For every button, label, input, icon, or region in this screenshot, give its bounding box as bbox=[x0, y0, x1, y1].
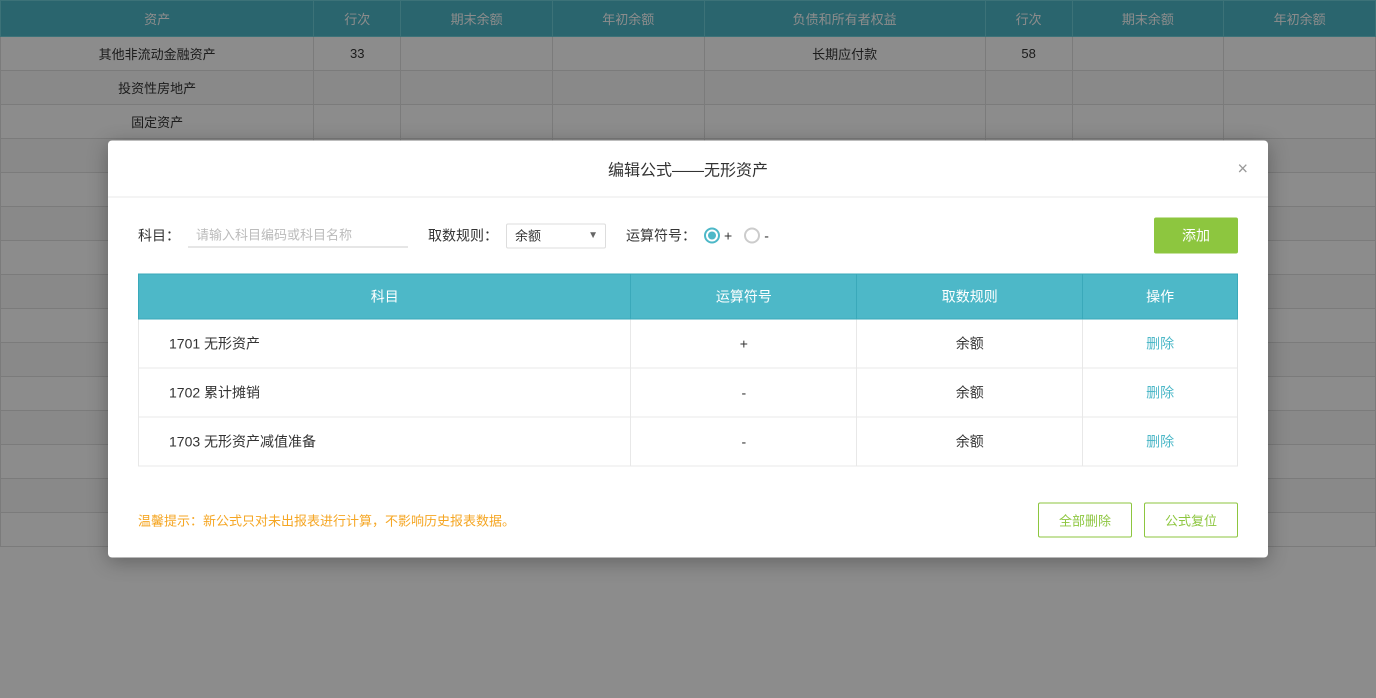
rule-group: 取数规则： 余额 借方 贷方 ▼ bbox=[428, 223, 606, 248]
subject-label: 科目： bbox=[138, 226, 180, 246]
footer-buttons: 全部删除 公式复位 bbox=[1038, 503, 1238, 538]
add-button[interactable]: 添加 bbox=[1154, 218, 1238, 254]
cell-operator: - bbox=[631, 368, 857, 417]
modal-body: 科目： 取数规则： 余额 借方 贷方 ▼ 运算符号： bbox=[108, 198, 1268, 487]
formula-table-row: 1703 无形资产减值准备-余额 删除 bbox=[139, 417, 1238, 466]
modal-dialog: 编辑公式——无形资产 × 科目： 取数规则： 余额 借方 贷方 ▼ bbox=[108, 141, 1268, 558]
modal-footer: 温馨提示：新公式只对未出报表进行计算，不影响历史报表数据。 全部删除 公式复位 bbox=[108, 487, 1268, 558]
cell-operator: - bbox=[631, 417, 857, 466]
subject-input[interactable] bbox=[188, 224, 408, 248]
radio-group: + - bbox=[704, 228, 769, 244]
cell-subject: 1701 无形资产 bbox=[139, 319, 631, 368]
radio-minus-label: - bbox=[764, 228, 769, 244]
formula-table: 科目 运算符号 取数规则 操作 1701 无形资产+余额删除1702 累计摊销-… bbox=[138, 274, 1238, 467]
th-rule: 取数规则 bbox=[857, 274, 1083, 319]
cell-operator: + bbox=[631, 319, 857, 368]
th-subject: 科目 bbox=[139, 274, 631, 319]
cell-rule: 余额 bbox=[857, 368, 1083, 417]
operator-label: 运算符号： bbox=[626, 226, 696, 246]
delete-link[interactable]: 删除 bbox=[1146, 336, 1174, 352]
cell-action: 删除 bbox=[1083, 417, 1238, 466]
operator-group: 运算符号： + - bbox=[626, 226, 769, 246]
cell-action: 删除 bbox=[1083, 368, 1238, 417]
radio-plus[interactable]: + bbox=[704, 228, 732, 244]
reset-formula-button[interactable]: 公式复位 bbox=[1144, 503, 1238, 538]
rule-select-wrapper: 余额 借方 贷方 ▼ bbox=[506, 223, 606, 248]
modal-header: 编辑公式——无形资产 × bbox=[108, 141, 1268, 198]
rule-select[interactable]: 余额 借方 贷方 bbox=[506, 223, 606, 248]
close-button[interactable]: × bbox=[1237, 160, 1248, 178]
modal-title: 编辑公式——无形资产 bbox=[608, 157, 768, 181]
subject-group: 科目： bbox=[138, 224, 408, 248]
cell-subject: 1702 累计摊销 bbox=[139, 368, 631, 417]
radio-minus-circle bbox=[744, 228, 760, 244]
cell-action: 删除 bbox=[1083, 319, 1238, 368]
delete-link[interactable]: 删除 bbox=[1146, 434, 1174, 450]
cell-rule: 余额 bbox=[857, 417, 1083, 466]
cell-subject: 1703 无形资产减值准备 bbox=[139, 417, 631, 466]
formula-table-row: 1702 累计摊销-余额 删除 bbox=[139, 368, 1238, 417]
rule-label: 取数规则： bbox=[428, 226, 498, 246]
cell-rule: 余额 bbox=[857, 319, 1083, 368]
th-action: 操作 bbox=[1083, 274, 1238, 319]
formula-table-row: 1701 无形资产+余额 删除 bbox=[139, 319, 1238, 368]
table-header-row: 科目 运算符号 取数规则 操作 bbox=[139, 274, 1238, 319]
form-row: 科目： 取数规则： 余额 借方 贷方 ▼ 运算符号： bbox=[138, 218, 1238, 254]
radio-plus-circle bbox=[704, 228, 720, 244]
delete-all-button[interactable]: 全部删除 bbox=[1038, 503, 1132, 538]
delete-link[interactable]: 删除 bbox=[1146, 385, 1174, 401]
th-operator: 运算符号 bbox=[631, 274, 857, 319]
radio-plus-label: + bbox=[724, 228, 732, 244]
radio-minus[interactable]: - bbox=[744, 228, 769, 244]
footer-tip: 温馨提示：新公式只对未出报表进行计算，不影响历史报表数据。 bbox=[138, 511, 515, 530]
